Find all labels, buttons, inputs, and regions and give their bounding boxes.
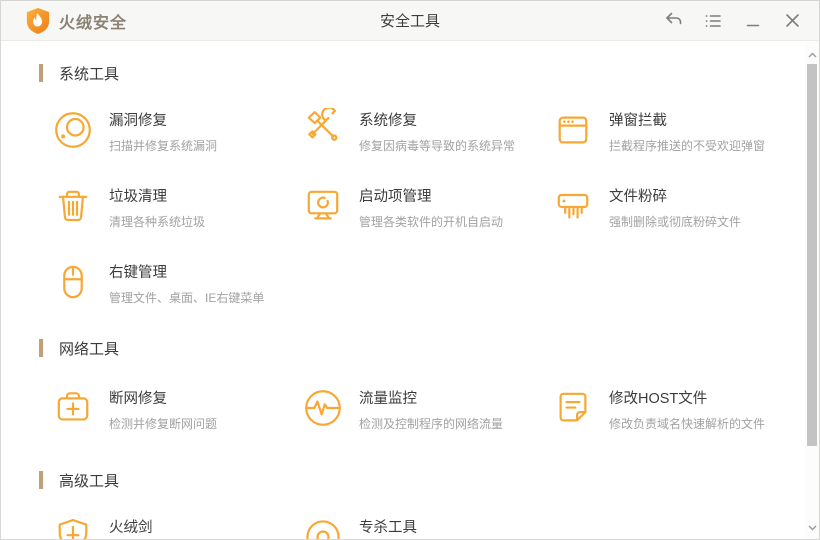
tool-desc: 修改负责域名快速解析的文件 <box>609 417 766 431</box>
tool-text: 弹窗拦截拦截程序推送的不受欢迎弹窗 <box>609 108 766 153</box>
section-header-network-tools: 网络工具 <box>39 338 805 358</box>
tool-name: 修改HOST文件 <box>609 391 708 407</box>
tool-name: 专杀工具 <box>359 520 417 536</box>
tool-name: 断网修复 <box>109 391 167 407</box>
tool-name: 文件粉碎 <box>609 189 667 205</box>
tool-desc: 管理文件、桌面、IE右键菜单 <box>109 291 265 305</box>
section-bar <box>39 471 43 489</box>
back-button[interactable] <box>663 11 682 30</box>
window-controls <box>663 11 819 30</box>
tool-item-traffic-monitor[interactable]: 流量监控检测及控制程序的网络流量 <box>301 386 551 431</box>
scroll-up-arrow[interactable] <box>805 48 819 62</box>
scrollbar <box>805 42 819 539</box>
tool-item-special-killer[interactable]: 专杀工具 <box>301 515 551 539</box>
tool-text: 火绒剑 <box>109 515 153 539</box>
tools-content: 系统工具漏洞修复扫描并修复系统漏洞 系统修复修复因病毒等导致的系统异常 弹窗拦截拦截… <box>1 42 805 539</box>
section-bar <box>39 339 43 357</box>
back-arrow-icon <box>666 12 682 25</box>
host-file-icon <box>551 386 595 430</box>
trash-icon <box>51 184 95 228</box>
tool-text: 流量监控检测及控制程序的网络流量 <box>359 386 504 431</box>
tool-item-trash[interactable]: 垃圾清理清理各种系统垃圾 <box>51 184 301 229</box>
vulnerability-fix-icon <box>51 108 95 152</box>
app-window: 火绒安全 安全工具 系统工具 漏洞修复 扫描并修复系统漏洞 系统修复 修复因病毒… <box>0 0 820 540</box>
tool-name: 启动项管理 <box>359 189 432 205</box>
tool-text: 修改HOST文件修改负责域名快速解析的文件 <box>609 386 766 431</box>
section-system-tools: 系统工具漏洞修复扫描并修复系统漏洞 系统修复修复因病毒等导致的系统异常 弹窗拦截拦截… <box>1 63 805 305</box>
tool-text: 系统修复修复因病毒等导致的系统异常 <box>359 108 516 153</box>
popup-block-icon <box>551 108 595 152</box>
section-header-advanced-tools: 高级工具 <box>39 470 805 490</box>
tool-name: 右键管理 <box>109 265 167 281</box>
tool-desc: 强制删除或彻底粉碎文件 <box>609 215 742 229</box>
tool-text: 右键管理管理文件、桌面、IE右键菜单 <box>109 260 265 305</box>
tool-name: 弹窗拦截 <box>609 113 667 129</box>
tool-item-huorong-sword[interactable]: 火绒剑 <box>51 515 301 539</box>
tool-grid: 火绒剑 专杀工具 <box>51 515 805 539</box>
menu-button[interactable] <box>703 11 722 30</box>
system-repair-icon <box>301 106 345 152</box>
section-label: 系统工具 <box>59 65 120 83</box>
tool-desc: 检测及控制程序的网络流量 <box>359 417 504 431</box>
tool-name: 漏洞修复 <box>109 113 167 129</box>
section-header-system-tools: 系统工具 <box>39 63 805 83</box>
shield-flame-logo-icon <box>26 7 50 34</box>
tool-text: 文件粉碎强制删除或彻底粉碎文件 <box>609 184 742 229</box>
tool-name: 流量监控 <box>359 391 417 407</box>
menu-list-icon <box>705 14 721 27</box>
section-label: 网络工具 <box>59 340 120 358</box>
huorong-sword-icon <box>51 515 95 539</box>
section-bar <box>39 64 43 82</box>
startup-manager-icon <box>301 184 345 228</box>
tool-name: 火绒剑 <box>109 520 153 536</box>
tool-item-mouse-right-click[interactable]: 右键管理管理文件、桌面、IE右键菜单 <box>51 260 301 305</box>
section-network-tools: 网络工具断网修复检测并修复断网问题 流量监控检测及控制程序的网络流量 修改HOST文… <box>1 338 805 431</box>
tool-grid: 漏洞修复扫描并修复系统漏洞 系统修复修复因病毒等导致的系统异常 弹窗拦截拦截程序推送… <box>51 106 805 305</box>
minimize-button[interactable] <box>743 11 762 30</box>
section-advanced-tools: 高级工具火绒剑 专杀工具 <box>1 470 805 539</box>
special-killer-icon <box>301 515 345 539</box>
tool-text: 启动项管理管理各类软件的开机自启动 <box>359 184 504 229</box>
tool-item-vulnerability-fix[interactable]: 漏洞修复扫描并修复系统漏洞 <box>51 108 301 153</box>
scroll-down-arrow[interactable] <box>805 521 819 535</box>
tool-text: 垃圾清理清理各种系统垃圾 <box>109 184 206 229</box>
section-label: 高级工具 <box>59 472 120 490</box>
close-button[interactable] <box>783 11 802 30</box>
tool-desc: 管理各类软件的开机自启动 <box>359 215 504 229</box>
tool-desc: 修复因病毒等导致的系统异常 <box>359 139 516 153</box>
tool-desc: 清理各种系统垃圾 <box>109 215 206 229</box>
tool-text: 漏洞修复扫描并修复系统漏洞 <box>109 108 218 153</box>
tool-text: 断网修复检测并修复断网问题 <box>109 386 218 431</box>
app-logo: 火绒安全 <box>1 7 127 35</box>
tool-item-file-shredder[interactable]: 文件粉碎强制删除或彻底粉碎文件 <box>551 184 801 229</box>
tool-desc: 检测并修复断网问题 <box>109 417 218 431</box>
app-name: 火绒安全 <box>59 14 128 32</box>
scrollbar-thumb[interactable] <box>807 64 817 446</box>
tool-item-host-file[interactable]: 修改HOST文件修改负责域名快速解析的文件 <box>551 386 801 431</box>
titlebar: 火绒安全 安全工具 <box>1 1 819 41</box>
network-repair-icon <box>51 386 95 430</box>
tool-item-startup-manager[interactable]: 启动项管理管理各类软件的开机自启动 <box>301 184 551 229</box>
tool-item-system-repair[interactable]: 系统修复修复因病毒等导致的系统异常 <box>301 106 551 153</box>
mouse-right-click-icon <box>51 260 95 304</box>
tool-item-popup-block[interactable]: 弹窗拦截拦截程序推送的不受欢迎弹窗 <box>551 108 801 153</box>
file-shredder-icon <box>551 184 595 228</box>
close-icon <box>786 14 799 27</box>
tool-item-network-repair[interactable]: 断网修复检测并修复断网问题 <box>51 386 301 431</box>
tool-desc: 拦截程序推送的不受欢迎弹窗 <box>609 139 766 153</box>
tool-grid: 断网修复检测并修复断网问题 流量监控检测及控制程序的网络流量 修改HOST文件修改负… <box>51 386 805 431</box>
traffic-monitor-icon <box>301 386 345 430</box>
tool-desc: 扫描并修复系统漏洞 <box>109 139 218 153</box>
tool-text: 专杀工具 <box>359 515 417 539</box>
tool-name: 垃圾清理 <box>109 189 167 205</box>
tool-name: 系统修复 <box>359 113 417 129</box>
minimize-icon <box>746 24 759 26</box>
